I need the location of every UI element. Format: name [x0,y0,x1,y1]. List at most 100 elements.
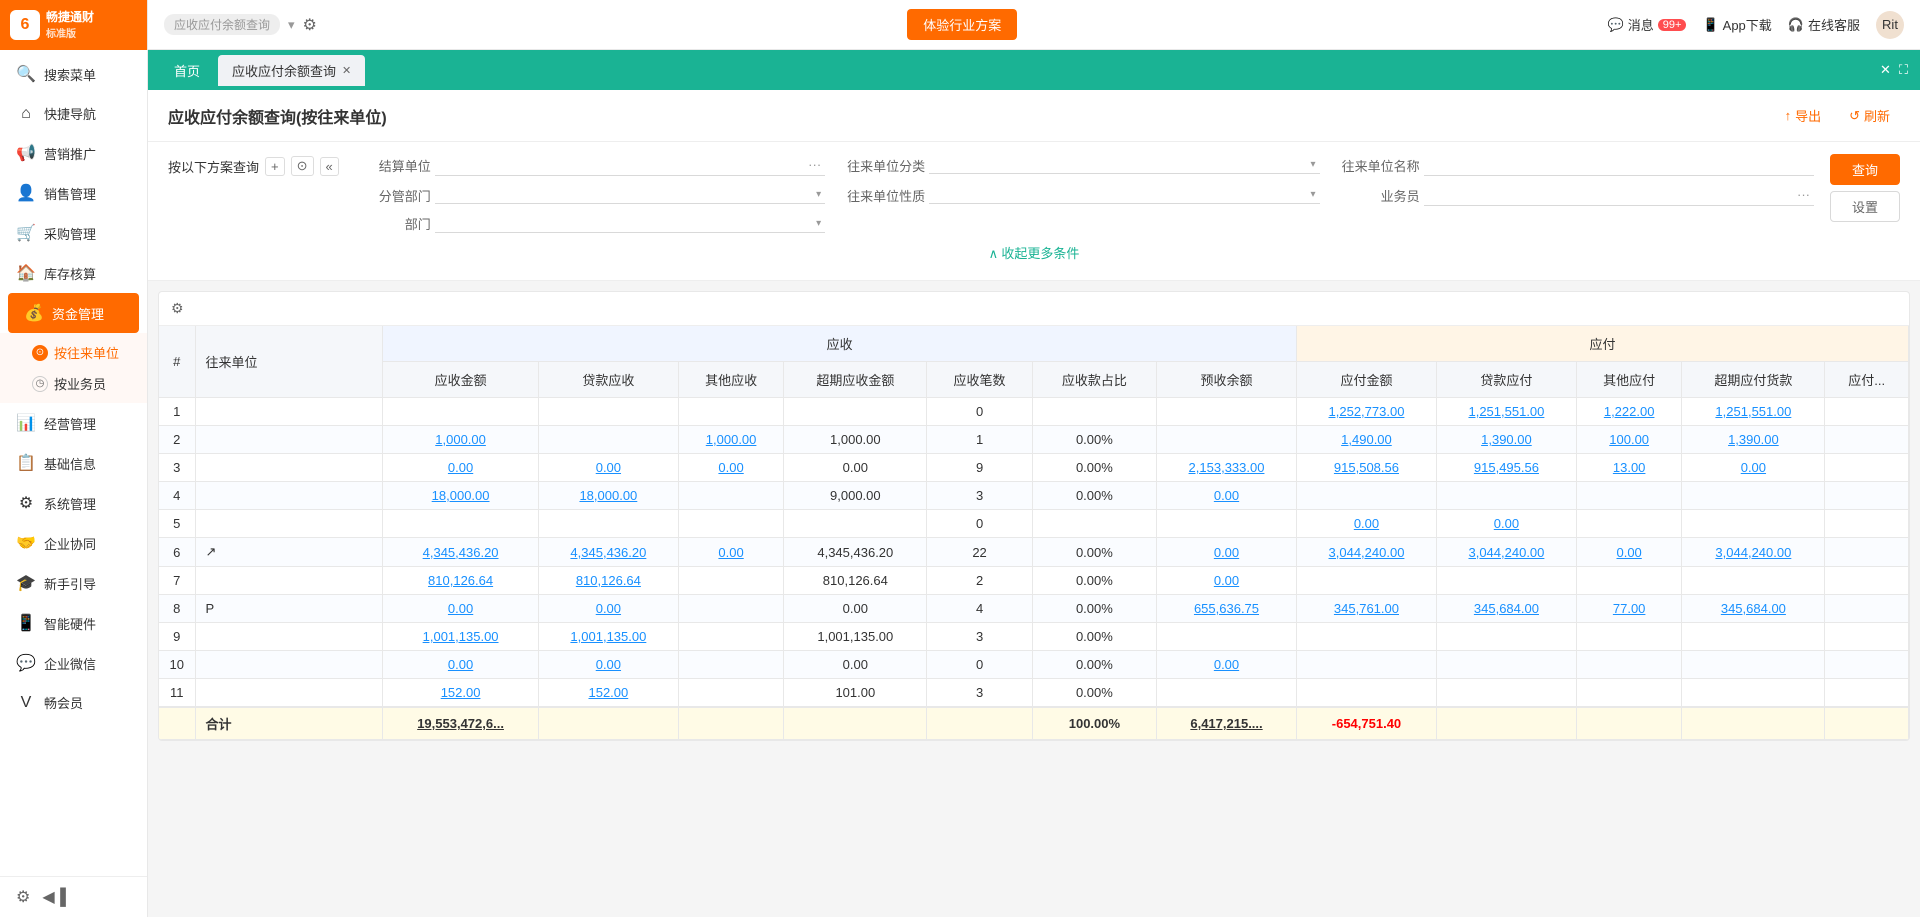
row-ar-loan[interactable]: 18,000.00 [538,482,678,510]
row-ap-overdue[interactable]: 3,044,240.00 [1682,538,1825,567]
sidebar-item-member[interactable]: V畅会员 [0,683,147,722]
filter-config-icon[interactable]: ⊙ [291,156,314,176]
row-ap-overdue[interactable]: 1,251,551.00 [1682,398,1825,426]
row-ap-loan[interactable]: 345,684.00 [1436,595,1576,623]
row-ap-amount[interactable]: 0.00 [1296,510,1436,538]
row-ar-other[interactable]: 0.00 [678,538,783,567]
row-ar-amount[interactable]: 1,000.00 [383,426,539,454]
submenu-item-salesman[interactable]: ◷ 按业务员 [20,368,147,399]
row-ap-loan[interactable]: 915,495.56 [1436,454,1576,482]
row-ap-loan[interactable]: 0.00 [1436,510,1576,538]
sidebar-item-search[interactable]: 🔍搜索菜单 [0,54,147,94]
sidebar-item-wechat[interactable]: 💬企业微信 [0,643,147,683]
row-ap-amount[interactable]: 1,252,773.00 [1296,398,1436,426]
row-ar-loan[interactable]: 0.00 [538,595,678,623]
submenu-item-partner[interactable]: ⊙ 按往来单位 [20,337,147,368]
footer-settings-icon[interactable]: ⚙ [16,887,30,907]
sidebar-item-marketing[interactable]: 📢营销推广 [0,133,147,173]
row-ar-amount[interactable]: 0.00 [383,454,539,482]
messages-button[interactable]: 💬 消息 99+ [1608,15,1687,34]
dept-wrapper[interactable]: ▾ [435,215,825,233]
tab-ar-ap[interactable]: 应收应付余额查询 ✕ [218,55,365,86]
footer-ar-prepay[interactable]: 6,417,215.... [1157,707,1297,740]
footer-collapse-icon[interactable]: ◀▐ [42,887,66,907]
query-button[interactable]: 查询 [1830,154,1900,185]
row-ap-loan[interactable]: 1,251,551.00 [1436,398,1576,426]
row-ap-amount[interactable]: 345,761.00 [1296,595,1436,623]
row-ar-prepay[interactable]: 655,636.75 [1157,595,1297,623]
row-ar-prepay[interactable]: 0.00 [1157,567,1297,595]
sidebar-item-system[interactable]: ⚙系统管理 [0,483,147,523]
row-ar-prepay[interactable]: 0.00 [1157,651,1297,679]
row-ap-other[interactable]: 100.00 [1576,426,1681,454]
filter-collapse-icon[interactable]: « [320,157,339,176]
tab-home[interactable]: 首页 [160,55,214,86]
row-ar-other[interactable]: 1,000.00 [678,426,783,454]
row-ap-other[interactable]: 0.00 [1576,538,1681,567]
sidebar-item-finance[interactable]: 💰资金管理 [8,293,139,333]
sidebar-item-hardware[interactable]: 📱智能硬件 [0,603,147,643]
solution-button[interactable]: 体验行业方案 [907,9,1017,40]
row-ar-amount[interactable]: 0.00 [383,651,539,679]
filter-add-icon[interactable]: + [265,157,285,176]
row-ar-other[interactable]: 0.00 [678,454,783,482]
row-ar-amount[interactable]: 18,000.00 [383,482,539,510]
row-ar-amount[interactable]: 4,345,436.20 [383,538,539,567]
row-ar-amount[interactable]: 152.00 [383,679,539,708]
row-ap-other[interactable]: 1,222.00 [1576,398,1681,426]
row-ar-loan[interactable]: 1,001,135.00 [538,623,678,651]
sidebar-item-basicinfo[interactable]: 📋基础信息 [0,443,147,483]
settings-icon[interactable]: ⚙ [303,15,317,35]
refresh-button[interactable]: ↺ 刷新 [1839,102,1900,129]
user-avatar[interactable]: Rit [1876,11,1904,39]
row-ap-amount[interactable]: 3,044,240.00 [1296,538,1436,567]
row-ar-loan[interactable]: 152.00 [538,679,678,708]
sidebar-item-sales[interactable]: 👤销售管理 [0,173,147,213]
row-ar-amount[interactable]: 1,001,135.00 [383,623,539,651]
settlement-dots-icon[interactable]: ··· [808,157,821,172]
row-ar-prepay[interactable]: 2,153,333.00 [1157,454,1297,482]
row-ar-loan[interactable]: 0.00 [538,651,678,679]
table-scroll[interactable]: # 往来单位 应收 应付 应收金额 贷款应收 其他应收 超期应收金额 应收笔数 … [159,326,1909,740]
sidebar-item-purchase[interactable]: 🛒采购管理 [0,213,147,253]
sidebar-item-guide[interactable]: 🎓新手引导 [0,563,147,603]
row-ap-amount[interactable]: 1,490.00 [1296,426,1436,454]
partner-category-wrapper[interactable]: ▾ [929,156,1319,174]
row-ap-loan[interactable]: 1,390.00 [1436,426,1576,454]
sidebar-item-cooperation[interactable]: 🤝企业协同 [0,523,147,563]
sidebar-item-operations[interactable]: 📊经营管理 [0,403,147,443]
export-button[interactable]: ↑ 导出 [1775,102,1832,129]
row-ap-overdue[interactable]: 345,684.00 [1682,595,1825,623]
sidebar-item-quicknav[interactable]: ⌂快捷导航 [0,94,147,133]
salesman-dots-icon[interactable]: ··· [1797,187,1810,202]
row-ar-loan[interactable]: 0.00 [538,454,678,482]
online-service-button[interactable]: 🎧 在线客服 [1788,15,1860,34]
row-ap-overdue[interactable]: 0.00 [1682,454,1825,482]
partner-nature-wrapper[interactable]: ▾ [929,186,1319,204]
footer-ar-amount[interactable]: 19,553,472,6... [383,707,539,740]
row-ap-overdue[interactable]: 1,390.00 [1682,426,1825,454]
tab-close-icon[interactable]: ✕ [342,64,351,77]
row-ar-prepay[interactable]: 0.00 [1157,482,1297,510]
row-ar-amount[interactable]: 0.00 [383,595,539,623]
row-ap-loan[interactable]: 3,044,240.00 [1436,538,1576,567]
partner-name-input[interactable] [1428,157,1810,172]
tab-expand-icon[interactable]: ⛶ [1899,62,1908,78]
chevron-down-icon[interactable]: ▾ [288,17,295,33]
collapse-more-btn[interactable]: ∧ 收起更多条件 [168,237,1900,268]
dept-manager-wrapper[interactable]: ▾ [435,186,825,204]
row-ar-loan[interactable]: 810,126.64 [538,567,678,595]
table-settings-icon[interactable]: ⚙ [171,300,184,317]
row-ar-amount[interactable]: 810,126.64 [383,567,539,595]
settings-button[interactable]: 设置 [1830,191,1900,222]
app-download-button[interactable]: 📱 App下载 [1702,15,1771,34]
settlement-input[interactable] [439,157,808,172]
row-ap-loan [1436,623,1576,651]
row-ap-other[interactable]: 13.00 [1576,454,1681,482]
tab-close-all-icon[interactable]: ✕ [1880,62,1891,78]
row-ap-amount[interactable]: 915,508.56 [1296,454,1436,482]
row-ar-prepay[interactable]: 0.00 [1157,538,1297,567]
row-ar-loan[interactable]: 4,345,436.20 [538,538,678,567]
row-ap-other[interactable]: 77.00 [1576,595,1681,623]
sidebar-item-inventory[interactable]: 🏠库存核算 [0,253,147,293]
